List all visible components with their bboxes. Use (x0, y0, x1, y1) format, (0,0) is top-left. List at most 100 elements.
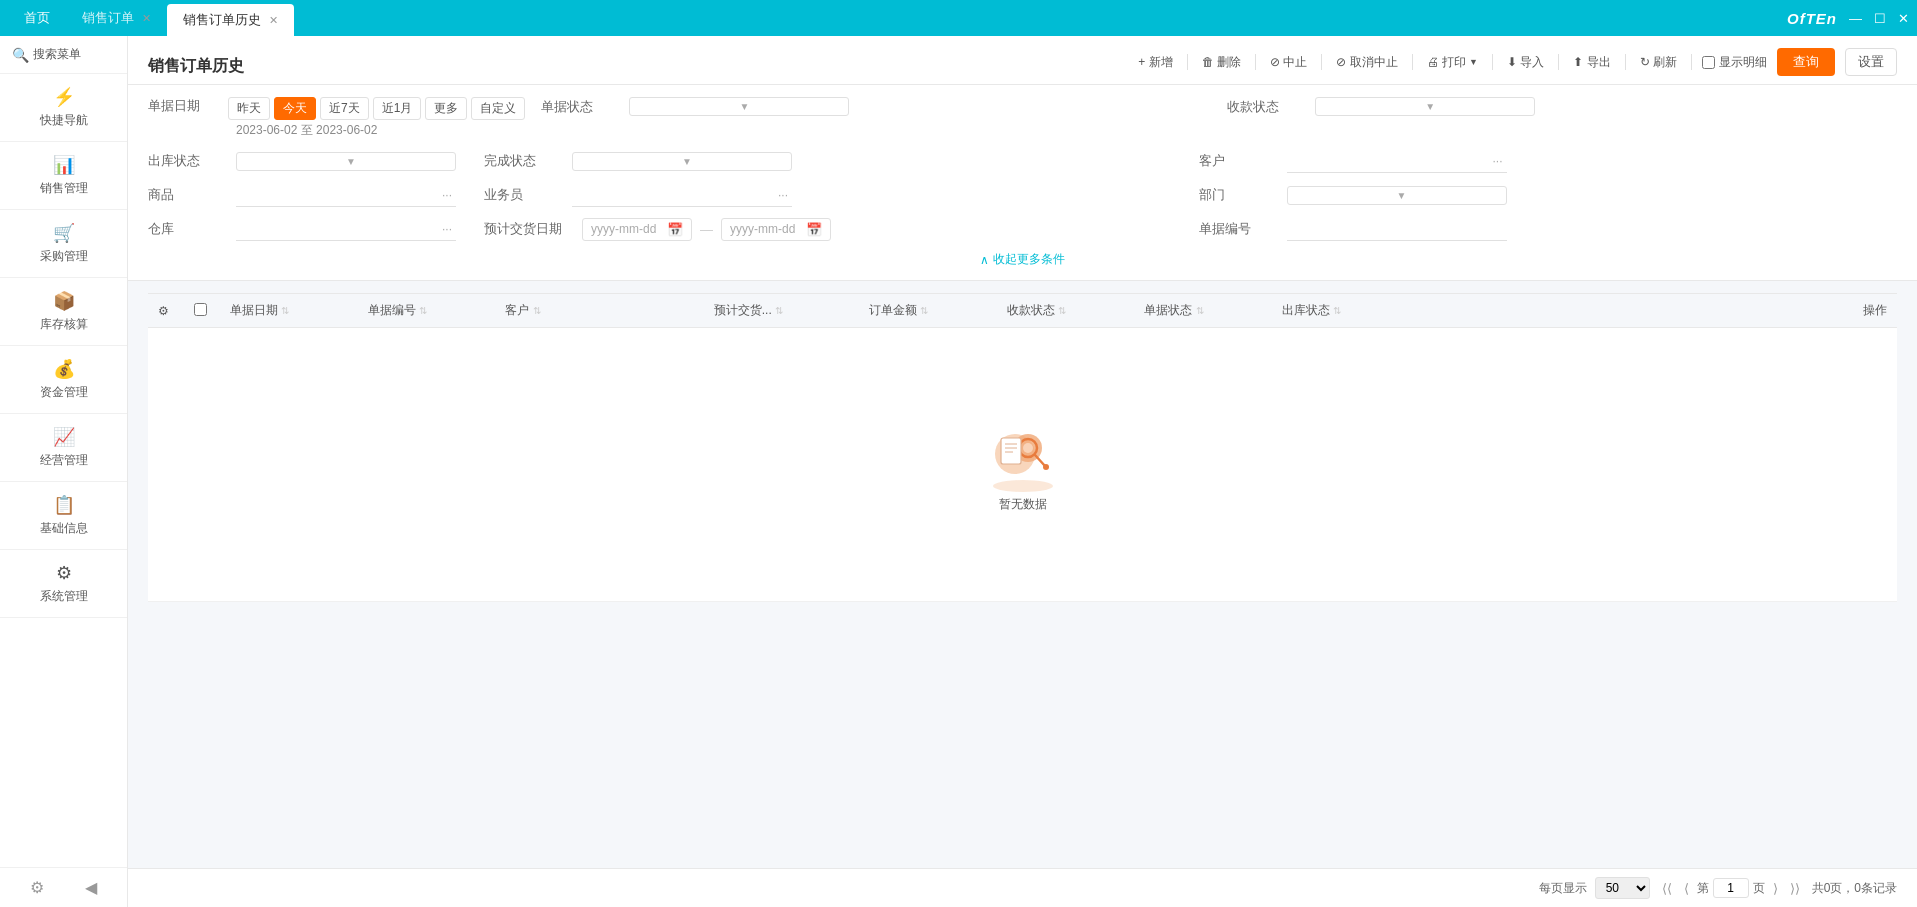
date-btn-1month[interactable]: 近1月 (373, 97, 422, 120)
date-btn-yesterday[interactable]: 昨天 (228, 97, 270, 120)
order-no-input[interactable] (1287, 217, 1507, 241)
window-minimize[interactable]: — (1849, 11, 1862, 26)
order-status-select[interactable]: ▼ (629, 97, 849, 116)
th-payment[interactable]: 收款状态 ⇅ (997, 294, 1135, 328)
ship-status-select[interactable]: ▼ (236, 152, 456, 171)
cancel-stop-label: ⊘ 取消中止 (1336, 54, 1397, 71)
sidebar-item-basic-info[interactable]: 📋 基础信息 (0, 482, 127, 550)
sidebar-item-inventory[interactable]: 📦 库存核算 (0, 278, 127, 346)
th-ship-status-label: 出库状态 (1282, 303, 1330, 317)
sidebar-item-quick-nav[interactable]: ⚡ 快捷导航 (0, 74, 127, 142)
gear-icon[interactable]: ⚙ (158, 304, 169, 318)
empty-state: 暂无数据 (158, 336, 1887, 593)
tab-sales-order[interactable]: 销售订单 ✕ (66, 0, 167, 36)
top-bar: 首页 销售订单 ✕ 销售订单历史 ✕ OfTEn — ☐ ✕ (0, 0, 1917, 36)
sidebar-item-purchase-mgmt[interactable]: 🛒 采购管理 (0, 210, 127, 278)
date-btn-custom[interactable]: 自定义 (471, 97, 525, 120)
select-all-checkbox[interactable] (194, 303, 207, 316)
delivery-date-to[interactable]: yyyy-mm-dd 📅 (721, 218, 831, 241)
date-range-display: 2023-06-02 至 2023-06-02 (236, 122, 525, 139)
tab-sales-order-history[interactable]: 销售订单历史 ✕ (167, 4, 294, 36)
goods-input[interactable]: ··· (236, 183, 456, 207)
empty-state-cell: 暂无数据 (148, 328, 1897, 602)
sidebar-item-operations[interactable]: 📈 经营管理 (0, 414, 127, 482)
delivery-date-label: 预计交货日期 (484, 220, 574, 238)
th-date-label: 单据日期 (230, 303, 278, 317)
date-filter-label: 单据日期 (148, 97, 228, 115)
inventory-icon: 📦 (53, 290, 75, 312)
delete-button[interactable]: 🗑 删除 (1198, 54, 1245, 71)
export-button[interactable]: ⬆ 导出 (1569, 54, 1614, 71)
sidebar-item-system[interactable]: ⚙ 系统管理 (0, 550, 127, 618)
toolbar: + 新增 🗑 删除 ⊘ 中止 ⊘ 取消中止 🖨 打印 ▼ (1134, 48, 1897, 84)
delivery-date-from[interactable]: yyyy-mm-dd 📅 (582, 218, 692, 241)
quick-nav-label: 快捷导航 (40, 112, 88, 129)
th-ship-status[interactable]: 出库状态 ⇅ (1272, 294, 1793, 328)
page-size-select[interactable]: 20 50 100 (1595, 877, 1650, 899)
sort-payment-icon: ⇅ (1058, 305, 1066, 316)
new-button[interactable]: + 新增 (1134, 54, 1176, 71)
query-button[interactable]: 查询 (1777, 48, 1835, 76)
divider-8 (1691, 54, 1692, 70)
export-label: ⬆ 导出 (1573, 54, 1610, 71)
show-detail-checkbox[interactable] (1702, 56, 1715, 69)
th-order-status[interactable]: 单据状态 ⇅ (1134, 294, 1272, 328)
th-check[interactable] (184, 294, 220, 328)
date-btn-7days[interactable]: 近7天 (320, 97, 369, 120)
ship-status-label: 出库状态 (148, 152, 228, 170)
tab-home[interactable]: 首页 (8, 0, 66, 36)
th-action: 操作 (1793, 294, 1897, 328)
order-status-label: 单据状态 (541, 98, 621, 116)
customer-input[interactable]: ··· (1287, 149, 1507, 173)
window-maximize[interactable]: ☐ (1874, 11, 1886, 26)
last-page-button[interactable]: ⟩⟩ (1786, 879, 1804, 898)
print-button[interactable]: 🖨 打印 ▼ (1423, 54, 1482, 71)
system-label: 系统管理 (40, 588, 88, 605)
show-detail-checkbox-label[interactable]: 显示明细 (1702, 54, 1767, 71)
delete-label: 🗑 删除 (1202, 54, 1241, 71)
empty-state-row: 暂无数据 (148, 328, 1897, 602)
svg-point-0 (993, 480, 1053, 492)
prev-page-button[interactable]: ⟨ (1680, 879, 1693, 898)
th-no[interactable]: 单据编号 ⇅ (358, 294, 496, 328)
brand-text: OfTEn (1787, 10, 1837, 27)
payment-status-select[interactable]: ▼ (1315, 97, 1535, 116)
sidebar-search[interactable]: 🔍 搜索菜单 (0, 36, 127, 74)
th-customer[interactable]: 客户 ⇅ (495, 294, 703, 328)
close-sales-order-tab[interactable]: ✕ (142, 12, 151, 25)
inventory-label: 库存核算 (40, 316, 88, 333)
sort-no-icon: ⇅ (419, 305, 427, 316)
sidebar-collapse-icon[interactable]: ◀ (85, 878, 97, 897)
import-button[interactable]: ⬇ 导入 (1503, 54, 1548, 71)
sidebar-settings-icon[interactable]: ⚙ (30, 878, 44, 897)
th-delivery[interactable]: 预计交货... ⇅ (704, 294, 859, 328)
th-delivery-label: 预计交货... (714, 303, 772, 317)
close-history-tab[interactable]: ✕ (269, 14, 278, 27)
date-btn-today[interactable]: 今天 (274, 97, 316, 120)
window-close[interactable]: ✕ (1898, 11, 1909, 26)
cancel-stop-button[interactable]: ⊘ 取消中止 (1332, 54, 1401, 71)
complete-status-select[interactable]: ▼ (572, 152, 792, 171)
th-amount[interactable]: 订单金额 ⇅ (859, 294, 997, 328)
salesperson-input[interactable]: ··· (572, 183, 792, 207)
sidebar-item-sales-mgmt[interactable]: 📊 销售管理 (0, 142, 127, 210)
th-no-label: 单据编号 (368, 303, 416, 317)
th-date[interactable]: 单据日期 ⇅ (220, 294, 358, 328)
warehouse-input[interactable]: ··· (236, 217, 456, 241)
ship-status-arrow: ▼ (346, 156, 447, 167)
first-page-button[interactable]: ⟨⟨ (1658, 879, 1676, 898)
next-page-button[interactable]: ⟩ (1769, 879, 1782, 898)
print-arrow-icon: ▼ (1469, 57, 1478, 67)
new-label: + 新增 (1138, 54, 1172, 71)
refresh-button[interactable]: ↻ 刷新 (1636, 54, 1681, 71)
stop-button[interactable]: ⊘ 中止 (1266, 54, 1311, 71)
th-gear[interactable]: ⚙ (148, 294, 184, 328)
empty-text: 暂无数据 (999, 496, 1047, 513)
show-detail-label: 显示明细 (1719, 54, 1767, 71)
date-btn-more[interactable]: 更多 (425, 97, 467, 120)
department-select[interactable]: ▼ (1287, 186, 1507, 205)
sidebar-item-finance[interactable]: 💰 资金管理 (0, 346, 127, 414)
setting-button[interactable]: 设置 (1845, 48, 1897, 76)
page-number-input[interactable] (1713, 878, 1749, 898)
collapse-row[interactable]: ∧ 收起更多条件 (148, 251, 1897, 268)
